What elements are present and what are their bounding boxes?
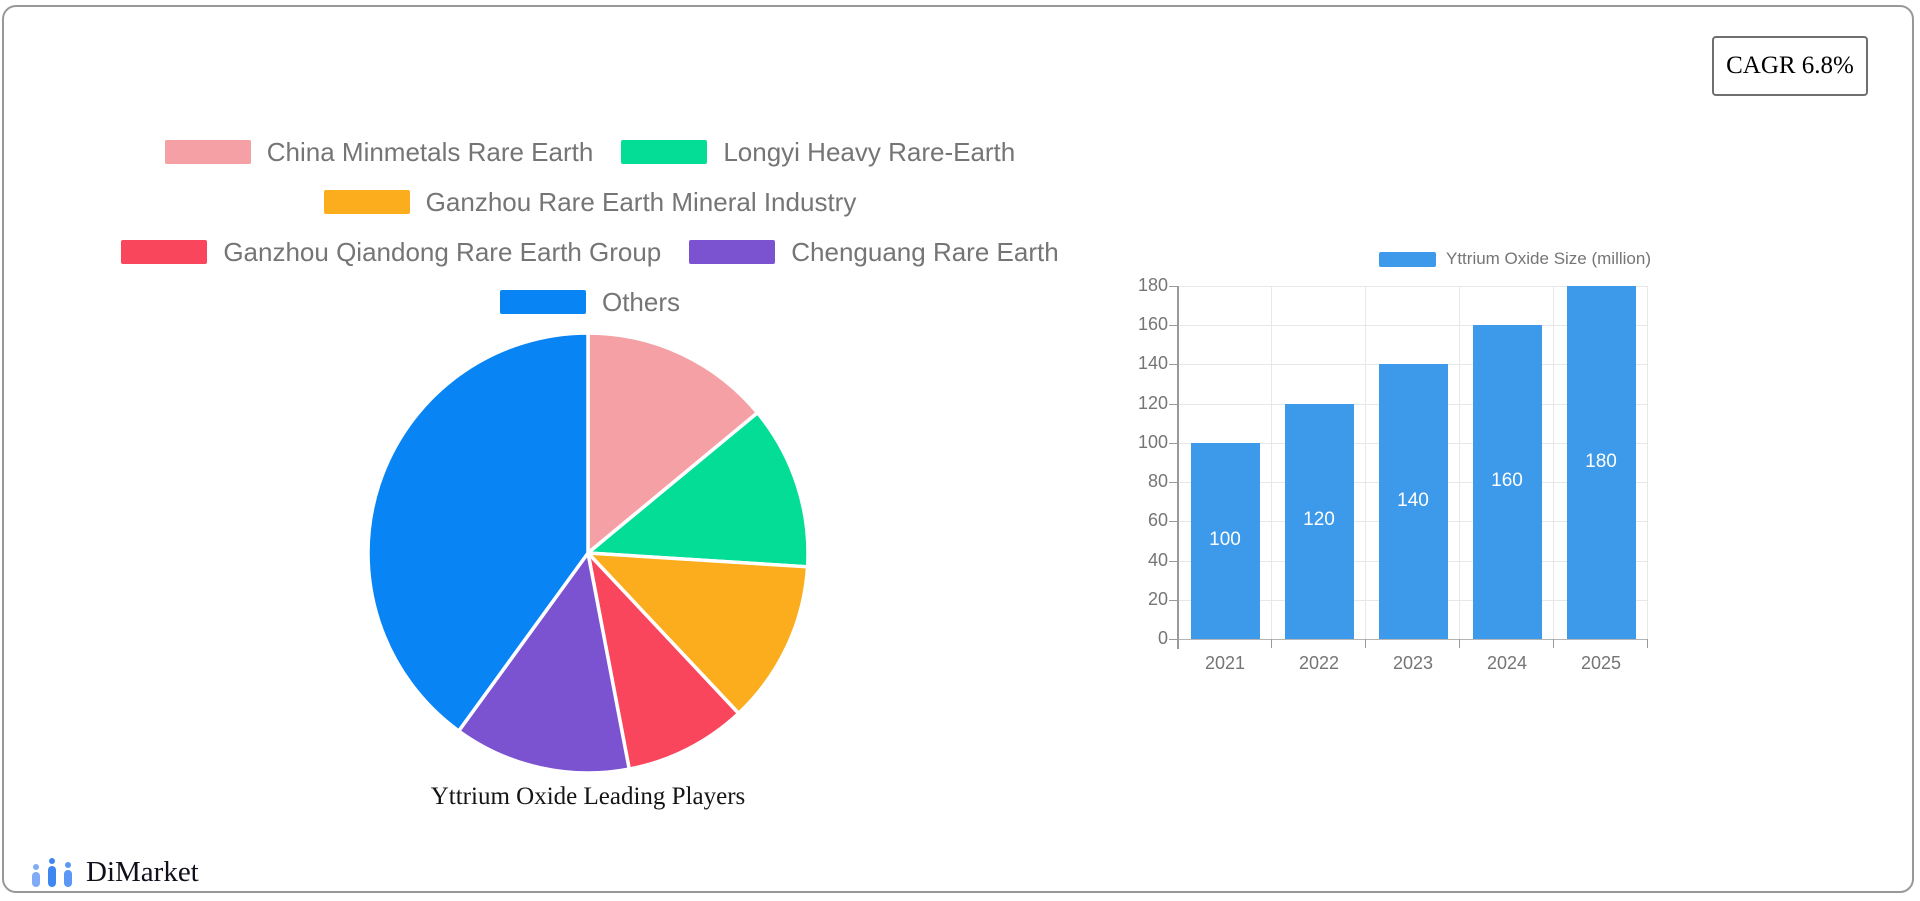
legend-swatch — [621, 140, 708, 164]
x-axis-label: 2022 — [1298, 653, 1340, 673]
bar: 140 — [1378, 364, 1448, 639]
y-axis-tick — [1169, 403, 1178, 405]
y-axis-label: 80 — [1147, 471, 1168, 492]
x-axis-label: 2021 — [1204, 653, 1246, 673]
y-axis-label: 180 — [1137, 275, 1168, 295]
logo-dot — [65, 862, 71, 868]
pie-legend-row: Ganzhou Rare Earth Mineral Industry — [0, 177, 1180, 227]
x-axis-tick — [1553, 639, 1554, 648]
cagr-badge: CAGR 6.8% — [1712, 36, 1868, 96]
y-axis-label: 140 — [1137, 353, 1168, 374]
y-axis-label: 0 — [1157, 628, 1168, 648]
y-axis-tick — [1169, 521, 1178, 523]
pie-legend-item: Others — [499, 286, 681, 318]
bar-value-label: 100 — [1209, 528, 1241, 550]
legend-label: Ganzhou Rare Earth Mineral Industry — [425, 186, 857, 217]
y-axis-label: 120 — [1137, 392, 1168, 413]
legend-swatch — [164, 140, 251, 164]
y-axis-tick — [1169, 639, 1178, 640]
gridline — [1647, 286, 1648, 639]
dimarket-logo: DiMarket — [30, 855, 199, 889]
bar-value-label: 160 — [1491, 470, 1523, 492]
pie-legend-item: China Minmetals Rare Earth — [164, 136, 594, 168]
x-axis-tick — [1459, 639, 1460, 648]
cagr-badge-text: CAGR 6.8% — [1726, 52, 1854, 79]
logo-dot — [33, 864, 39, 870]
logo-bar — [48, 866, 56, 887]
bar-value-label: 140 — [1397, 489, 1429, 511]
x-axis-label: 2024 — [1486, 653, 1528, 673]
pie-legend-row: China Minmetals Rare Earth Longyi Heavy R… — [0, 127, 1180, 177]
pie-legend: China Minmetals Rare Earth Longyi Heavy R… — [0, 127, 1180, 327]
x-axis-tick — [1271, 639, 1272, 648]
bar-value-label: 180 — [1585, 450, 1617, 472]
y-axis-label: 20 — [1147, 588, 1168, 609]
logo-dot — [49, 858, 55, 864]
pie-chart-title: Yttrium Oxide Leading Players — [430, 783, 746, 810]
y-axis-line — [1177, 286, 1179, 649]
y-axis-tick — [1169, 599, 1178, 601]
gridline — [1271, 286, 1272, 639]
bar-chart-icon — [30, 855, 76, 889]
gridline — [1553, 286, 1554, 639]
bar: 100 — [1190, 442, 1260, 639]
pie-legend-item: Longyi Heavy Rare-Earth — [621, 137, 1015, 168]
legend-swatch — [121, 240, 208, 264]
legend-label: Longyi Heavy Rare-Earth — [723, 136, 1016, 167]
pie-chart — [366, 331, 810, 775]
bar-legend-swatch — [1379, 251, 1436, 267]
bar: 160 — [1472, 325, 1542, 639]
pie-legend-item: Ganzhou Rare Earth Mineral Industry — [323, 186, 857, 218]
y-axis-tick — [1169, 364, 1178, 366]
x-axis-label: 2023 — [1392, 653, 1434, 673]
y-axis-label: 160 — [1137, 314, 1168, 335]
dimarket-logo-text: DiMarket — [86, 856, 199, 888]
legend-label: China Minmetals Rare Earth — [266, 136, 594, 167]
y-axis-tick — [1169, 442, 1178, 444]
legend-label: Others — [601, 286, 681, 317]
pie-legend-item: Ganzhou Qiandong Rare Earth Group — [121, 237, 661, 268]
legend-swatch — [323, 190, 410, 214]
bar-legend-label: Yttrium Oxide Size (million) — [1446, 249, 1651, 268]
x-axis-tick — [1365, 639, 1366, 648]
gridline — [1365, 286, 1366, 639]
bar-legend: Yttrium Oxide Size (million) — [1130, 249, 1900, 269]
legend-label: Ganzhou Qiandong Rare Earth Group — [223, 236, 662, 267]
report-canvas: CAGR 6.8% China Minmetals Rare Earth Long… — [0, 0, 1920, 901]
x-axis-tick — [1647, 639, 1648, 648]
bar-value-label: 120 — [1303, 509, 1335, 531]
logo-bar — [64, 870, 72, 887]
y-axis-label: 40 — [1147, 549, 1168, 570]
y-axis-tick — [1169, 286, 1178, 287]
y-axis-tick — [1169, 482, 1178, 484]
y-axis-tick — [1169, 560, 1178, 562]
x-axis-line — [1178, 639, 1648, 640]
y-axis-label: 100 — [1137, 431, 1168, 452]
legend-label: Chenguang Rare Earth — [791, 236, 1059, 267]
pie-legend-item: Chenguang Rare Earth — [689, 236, 1059, 268]
y-axis-tick — [1169, 325, 1178, 327]
bar: 180 — [1566, 286, 1636, 639]
gridline — [1459, 286, 1460, 639]
bar-chart-plot: 100 2021 120 2022 140 2023 160 2024 180 2025 — [1169, 286, 1648, 673]
bar: 120 — [1284, 403, 1354, 639]
x-axis-label: 2025 — [1580, 653, 1622, 673]
legend-swatch — [499, 290, 586, 314]
y-axis-label: 60 — [1147, 510, 1168, 531]
pie-legend-row: Others — [0, 277, 1180, 327]
logo-bar — [32, 872, 40, 887]
pie-legend-row: Ganzhou Qiandong Rare Earth Group Chengua… — [0, 227, 1180, 277]
legend-swatch — [689, 240, 776, 264]
